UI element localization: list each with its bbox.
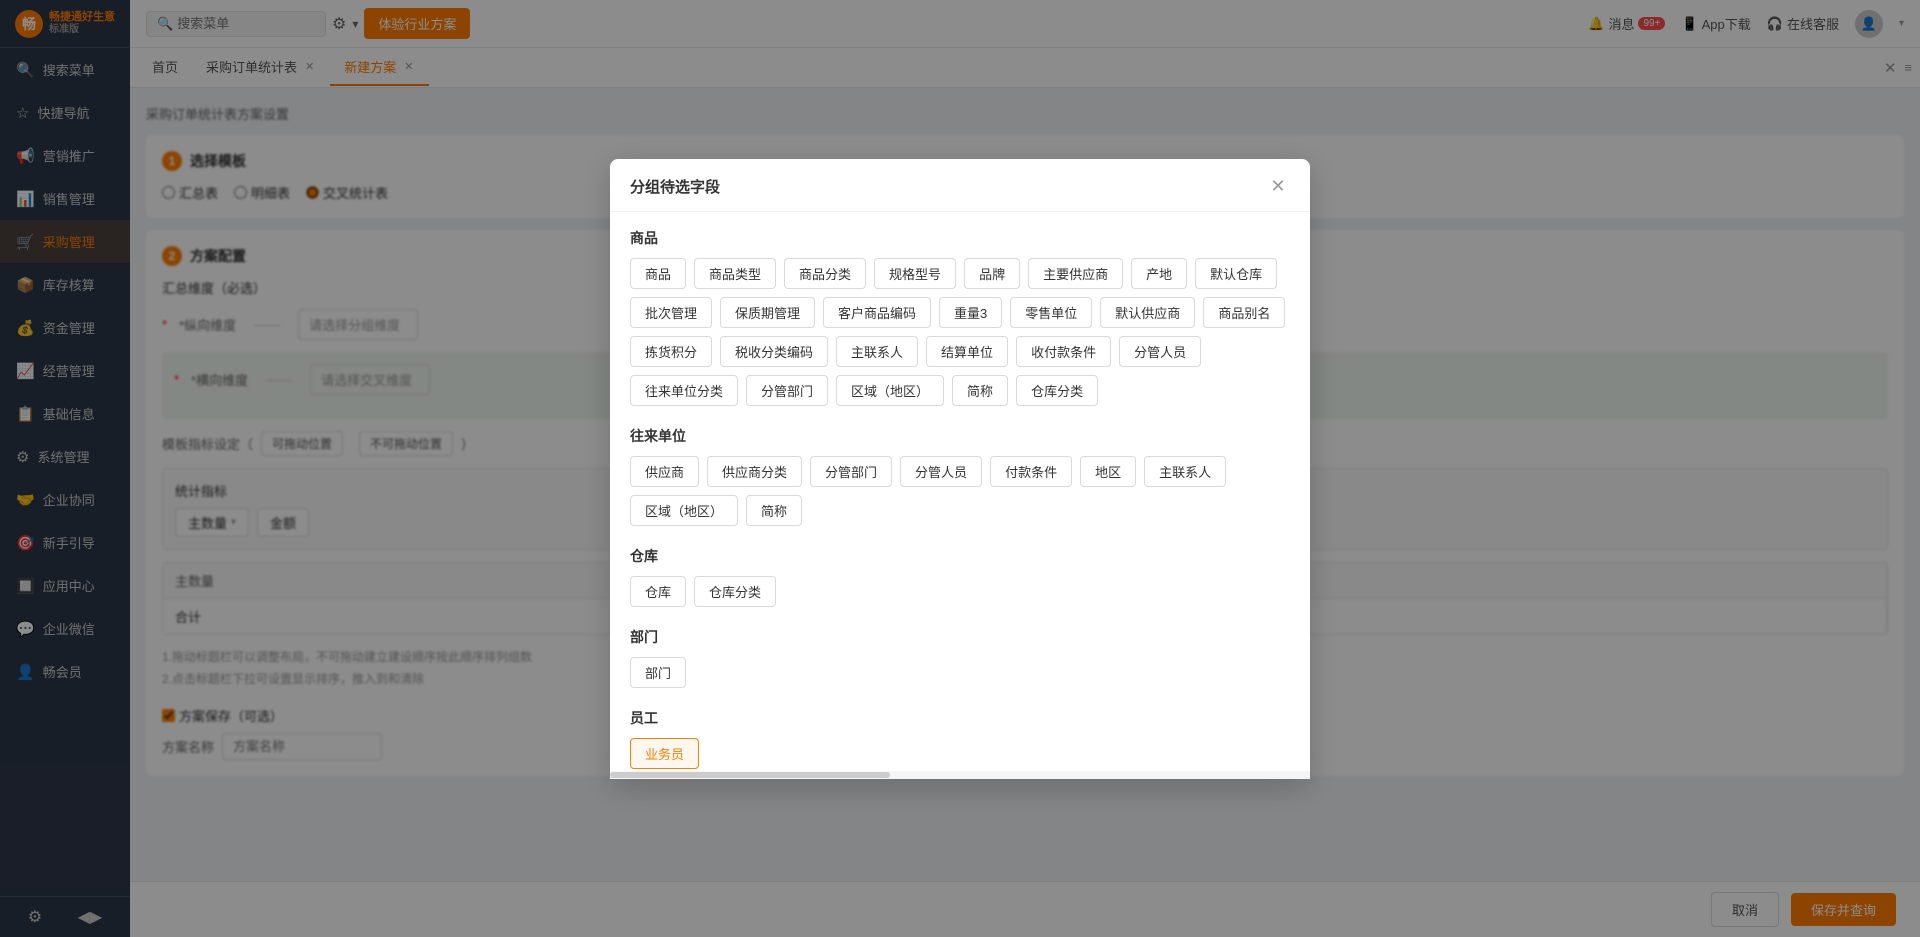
field-group-partner-title: 往来单位 <box>630 426 1290 446</box>
chip-area[interactable]: 地区 <box>1080 456 1136 487</box>
chip-product-category[interactable]: 商品分类 <box>784 258 866 289</box>
chip-department[interactable]: 部门 <box>630 657 686 688</box>
modal-overlay: 分组待选字段 ✕ 商品 商品 商品类型 商品分类 规格型号 品牌 主要供应商 产… <box>0 0 1920 937</box>
chip-manager-person[interactable]: 分管人员 <box>1119 336 1201 367</box>
field-group-employee-title: 员工 <box>630 708 1290 728</box>
chip-warehouse-category[interactable]: 仓库分类 <box>694 576 776 607</box>
modal-body: 商品 商品 商品类型 商品分类 规格型号 品牌 主要供应商 产地 默认仓库 批次… <box>610 212 1310 771</box>
dept-chips: 部门 <box>630 657 1290 688</box>
chip-brand[interactable]: 品牌 <box>964 258 1020 289</box>
chip-weight3[interactable]: 重量3 <box>939 297 1002 328</box>
modal-horizontal-scrollbar[interactable] <box>610 771 1310 779</box>
chip-main-supplier[interactable]: 主要供应商 <box>1028 258 1123 289</box>
chip-product-type[interactable]: 商品类型 <box>694 258 776 289</box>
chip-origin[interactable]: 产地 <box>1131 258 1187 289</box>
field-group-dept-title: 部门 <box>630 627 1290 647</box>
chip-abbr2[interactable]: 简称 <box>746 495 802 526</box>
chip-batch[interactable]: 批次管理 <box>630 297 712 328</box>
chip-salesperson[interactable]: 业务员 <box>630 738 699 769</box>
chip-main-contact[interactable]: 主联系人 <box>836 336 918 367</box>
chip-manage-dept[interactable]: 分管部门 <box>810 456 892 487</box>
employee-chips: 业务员 <box>630 738 1290 769</box>
field-group-dept: 部门 部门 <box>630 627 1290 688</box>
field-group-warehouse: 仓库 仓库 仓库分类 <box>630 546 1290 607</box>
chip-supplier-cat[interactable]: 供应商分类 <box>707 456 802 487</box>
chip-payment-terms[interactable]: 收付款条件 <box>1016 336 1111 367</box>
field-group-product-title: 商品 <box>630 228 1290 248</box>
partner-chips: 供应商 供应商分类 分管部门 分管人员 付款条件 地区 主联系人 区域（地区） … <box>630 456 1290 526</box>
chip-dept[interactable]: 分管部门 <box>746 375 828 406</box>
chip-region2[interactable]: 区域（地区） <box>630 495 738 526</box>
warehouse-chips: 仓库 仓库分类 <box>630 576 1290 607</box>
chip-warehouse[interactable]: 仓库 <box>630 576 686 607</box>
chip-pick-score[interactable]: 拣货积分 <box>630 336 712 367</box>
modal-title: 分组待选字段 <box>630 176 720 197</box>
field-group-product: 商品 商品 商品类型 商品分类 规格型号 品牌 主要供应商 产地 默认仓库 批次… <box>630 228 1290 406</box>
chip-abbr[interactable]: 简称 <box>952 375 1008 406</box>
modal-close-button[interactable]: ✕ <box>1266 175 1290 199</box>
chip-tax-code[interactable]: 税收分类编码 <box>720 336 828 367</box>
chip-retail-unit[interactable]: 零售单位 <box>1010 297 1092 328</box>
chip-supplier[interactable]: 供应商 <box>630 456 699 487</box>
field-group-warehouse-title: 仓库 <box>630 546 1290 566</box>
chip-default-warehouse[interactable]: 默认仓库 <box>1195 258 1277 289</box>
chip-default-supplier[interactable]: 默认供应商 <box>1100 297 1195 328</box>
product-chips: 商品 商品类型 商品分类 规格型号 品牌 主要供应商 产地 默认仓库 批次管理 … <box>630 258 1290 406</box>
field-group-partner: 往来单位 供应商 供应商分类 分管部门 分管人员 付款条件 地区 主联系人 区域… <box>630 426 1290 526</box>
chip-manage-person[interactable]: 分管人员 <box>900 456 982 487</box>
chip-main-contact2[interactable]: 主联系人 <box>1144 456 1226 487</box>
chip-product-alias[interactable]: 商品别名 <box>1203 297 1285 328</box>
chip-partner-category[interactable]: 往来单位分类 <box>630 375 738 406</box>
chip-payment-cond[interactable]: 付款条件 <box>990 456 1072 487</box>
chip-settlement-unit[interactable]: 结算单位 <box>926 336 1008 367</box>
field-group-employee: 员工 业务员 <box>630 708 1290 769</box>
field-select-modal: 分组待选字段 ✕ 商品 商品 商品类型 商品分类 规格型号 品牌 主要供应商 产… <box>610 159 1310 779</box>
chip-warehouse-cat[interactable]: 仓库分类 <box>1016 375 1098 406</box>
chip-product[interactable]: 商品 <box>630 258 686 289</box>
chip-spec-model[interactable]: 规格型号 <box>874 258 956 289</box>
chip-shelf-life[interactable]: 保质期管理 <box>720 297 815 328</box>
chip-region[interactable]: 区域（地区） <box>836 375 944 406</box>
horizontal-scroll-thumb <box>610 772 890 778</box>
modal-header: 分组待选字段 ✕ <box>610 159 1310 212</box>
chip-customer-code[interactable]: 客户商品编码 <box>823 297 931 328</box>
